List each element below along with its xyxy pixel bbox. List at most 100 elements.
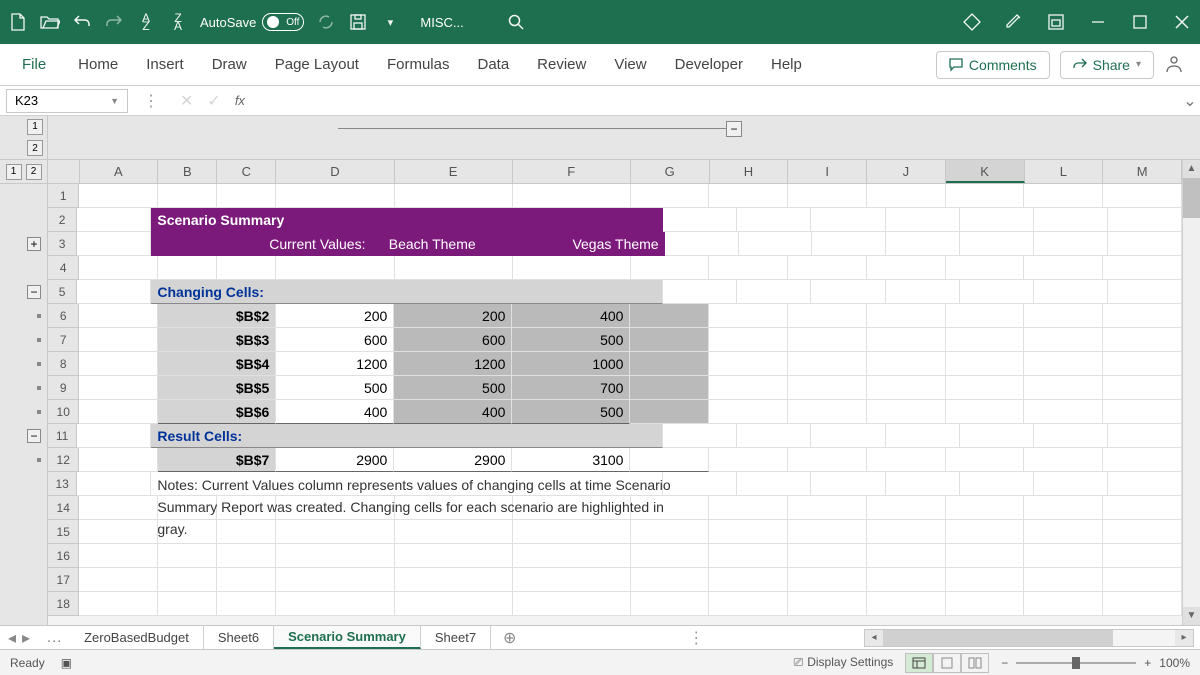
row-header-5[interactable]: 5 [48,280,77,304]
open-file-icon[interactable] [40,12,60,32]
qat-dropdown-icon[interactable]: ▾ [380,12,400,32]
view-page-break-button[interactable] [961,653,989,673]
row-header-15[interactable]: 15 [48,520,79,544]
fx-icon[interactable]: fx [235,93,245,108]
close-icon[interactable] [1172,12,1192,32]
zoom-slider[interactable] [1016,662,1136,664]
row-outline-level-1[interactable]: 1 [6,164,22,180]
view-normal-button[interactable] [905,653,933,673]
redo-icon[interactable] [104,12,124,32]
save-icon[interactable] [348,12,368,32]
scroll-left-icon[interactable]: ◂ [865,630,883,646]
column-header-H[interactable]: H [710,160,789,183]
pen-icon[interactable] [1004,12,1024,32]
spreadsheet-grid[interactable]: ABCDEFGHIJKLM 12Scenario Summary3Current… [48,160,1182,625]
sort-asc-icon[interactable]: AZ [136,12,156,32]
new-file-icon[interactable] [8,12,28,32]
add-sheet-button[interactable]: ⊕ [491,628,528,648]
row-outline-collapse[interactable]: − [27,429,41,443]
ribbon-tab-formulas[interactable]: Formulas [373,48,464,81]
sheet-nav-next-icon[interactable]: ▸ [22,628,30,648]
cancel-formula-icon[interactable]: ✕ [180,91,193,111]
minimize-icon[interactable] [1088,12,1108,32]
row-header-3[interactable]: 3 [48,232,77,256]
horizontal-scrollbar[interactable]: ◂ ▸ [864,629,1194,647]
column-header-J[interactable]: J [867,160,946,183]
column-header-B[interactable]: B [158,160,217,183]
scroll-right-icon[interactable]: ▸ [1175,630,1193,646]
row-header-12[interactable]: 12 [48,448,79,472]
macro-record-icon[interactable]: ▣ [61,656,72,670]
sheet-tab-sheet6[interactable]: Sheet6 [204,626,274,649]
row-header-11[interactable]: 11 [48,424,77,448]
sheet-tab-scenario-summary[interactable]: Scenario Summary [274,626,421,649]
row-header-8[interactable]: 8 [48,352,79,376]
column-header-D[interactable]: D [276,160,394,183]
row-outline-collapse[interactable]: − [27,285,41,299]
ribbon-tab-page-layout[interactable]: Page Layout [261,48,373,81]
sort-desc-icon[interactable]: ZA [168,12,188,32]
name-box[interactable]: K23 ▼ [6,89,128,113]
formula-input[interactable] [255,89,1180,113]
column-header-C[interactable]: C [217,160,276,183]
scroll-thumb-h[interactable] [883,630,1113,646]
column-header-G[interactable]: G [631,160,710,183]
zoom-level[interactable]: 100% [1159,656,1190,670]
ribbon-tab-view[interactable]: View [600,48,660,81]
row-header-9[interactable]: 9 [48,376,79,400]
share-button[interactable]: Share ▾ [1060,51,1154,79]
maximize-icon[interactable] [1130,12,1150,32]
user-icon[interactable] [1164,54,1186,76]
ribbon-tab-review[interactable]: Review [523,48,600,81]
ribbon-tab-home[interactable]: Home [64,48,132,81]
view-page-layout-button[interactable] [933,653,961,673]
zoom-out-button[interactable]: − [1001,656,1008,670]
row-header-17[interactable]: 17 [48,568,79,592]
expand-formula-bar-icon[interactable]: ⌄ [1180,91,1200,111]
select-all-corner[interactable] [48,160,80,183]
row-header-4[interactable]: 4 [48,256,79,280]
column-header-E[interactable]: E [395,160,513,183]
sheet-tab-sheet7[interactable]: Sheet7 [421,626,491,649]
row-header-18[interactable]: 18 [48,592,79,616]
row-outline-level-2[interactable]: 2 [26,164,42,180]
enter-formula-icon[interactable]: ✓ [207,91,220,111]
window-mode-icon[interactable] [1046,12,1066,32]
ribbon-tab-developer[interactable]: Developer [661,48,757,81]
column-header-A[interactable]: A [80,160,159,183]
row-header-6[interactable]: 6 [48,304,79,328]
scroll-thumb-v[interactable] [1183,178,1200,218]
sheet-tab-zerobasedbudget[interactable]: ZeroBasedBudget [70,626,204,649]
row-header-14[interactable]: 14 [48,496,79,520]
refresh-icon[interactable] [316,12,336,32]
column-header-F[interactable]: F [513,160,631,183]
scroll-up-icon[interactable]: ▲ [1183,160,1200,178]
row-header-16[interactable]: 16 [48,544,79,568]
undo-icon[interactable] [72,12,92,32]
display-settings-button[interactable]: ⎚Display Settings [794,655,894,670]
scroll-down-icon[interactable]: ▼ [1183,607,1200,625]
ribbon-tab-data[interactable]: Data [463,48,523,81]
row-outline-expand[interactable]: + [27,237,41,251]
row-header-1[interactable]: 1 [48,184,79,208]
diamond-icon[interactable] [962,12,982,32]
row-header-13[interactable]: 13 [48,472,77,496]
row-header-7[interactable]: 7 [48,328,79,352]
column-header-K[interactable]: K [946,160,1025,183]
ribbon-tab-help[interactable]: Help [757,48,816,81]
search-icon[interactable] [506,12,526,32]
vertical-scrollbar[interactable]: ▲ ▼ [1182,160,1200,625]
row-header-10[interactable]: 10 [48,400,79,424]
file-menu[interactable]: File [4,48,64,81]
column-header-L[interactable]: L [1025,160,1104,183]
row-header-2[interactable]: 2 [48,208,77,232]
comments-button[interactable]: Comments [936,51,1050,79]
column-header-M[interactable]: M [1103,160,1182,183]
ribbon-tab-insert[interactable]: Insert [132,48,198,81]
column-header-I[interactable]: I [788,160,867,183]
col-outline-level-1[interactable]: 1 [27,119,43,135]
zoom-in-button[interactable]: + [1144,656,1151,670]
sheet-nav-prev-icon[interactable]: ◂ [8,628,16,648]
autosave-toggle[interactable]: AutoSave Off [200,13,304,31]
ribbon-tab-draw[interactable]: Draw [198,48,261,81]
